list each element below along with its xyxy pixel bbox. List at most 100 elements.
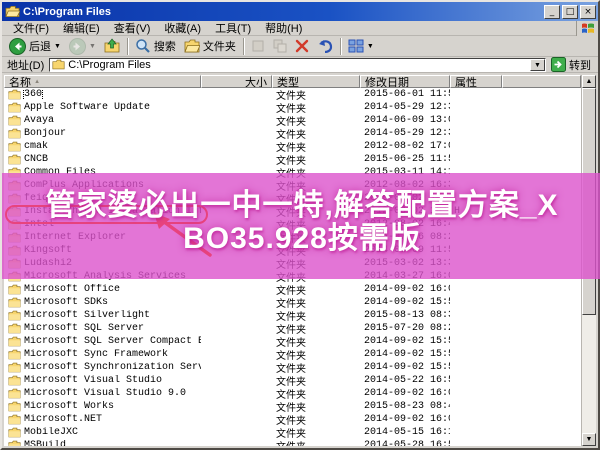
back-icon: [9, 37, 26, 55]
undo-button[interactable]: [313, 37, 337, 56]
up-button[interactable]: [100, 37, 124, 56]
menu-item-5[interactable]: 帮助(H): [258, 22, 309, 36]
column-header-name[interactable]: 名称 ▲: [4, 75, 201, 88]
file-name[interactable]: MSBuild: [24, 440, 66, 446]
menu-item-3[interactable]: 收藏(A): [157, 22, 208, 36]
folder-icon: [8, 141, 21, 152]
folder-icon: [8, 401, 21, 412]
file-name[interactable]: Microsoft Office: [24, 284, 120, 295]
file-date: 2014-05-15 16:17: [364, 427, 450, 438]
file-name[interactable]: Bonjour: [24, 128, 66, 139]
move-to-button[interactable]: [247, 37, 269, 56]
file-date: 2014-09-02 16:05: [364, 284, 450, 295]
column-header-type[interactable]: 类型: [272, 75, 360, 88]
watermark-line2: BO35.928按需版: [183, 222, 421, 255]
folder-icon: [8, 362, 21, 373]
file-name[interactable]: CNCB: [24, 154, 48, 165]
scroll-up-icon[interactable]: ▲: [582, 75, 596, 88]
folder-icon: [8, 375, 21, 386]
file-name[interactable]: Microsoft Visual Studio 9.0: [24, 388, 186, 399]
watermark-line1: 管家婆必出一中一特,解答配置方案_X: [45, 189, 559, 222]
undo-icon: [318, 40, 332, 53]
file-name[interactable]: Microsoft Sync Framework: [24, 349, 168, 360]
move-to-icon: [252, 40, 264, 52]
file-date: 2014-09-02 15:55: [364, 336, 450, 347]
search-button[interactable]: 搜索: [131, 37, 180, 56]
file-name[interactable]: Microsoft SQL Server Compact Edition: [24, 336, 201, 347]
file-date: 2012-08-02 17:01: [364, 141, 450, 152]
menu-item-0[interactable]: 文件(F): [6, 22, 56, 36]
folder-icon: [8, 154, 21, 165]
folder-icon: [52, 59, 65, 70]
menu-item-4[interactable]: 工具(T): [208, 22, 258, 36]
file-type: 文件夹: [272, 438, 360, 446]
scroll-down-icon[interactable]: ▼: [582, 433, 596, 446]
toolbar: 后退 ▼ ▼ 搜索 文件夹 ▼: [2, 36, 598, 57]
search-icon: [136, 39, 150, 53]
file-name[interactable]: cmak: [24, 141, 48, 152]
menu-item-1[interactable]: 编辑(E): [56, 22, 107, 36]
address-dropdown-button[interactable]: ▼: [530, 58, 545, 71]
file-name[interactable]: Microsoft Works: [24, 401, 114, 412]
watermark-text: 管家婆必出一中一特,解答配置方案_X BO35.928按需版: [2, 189, 600, 255]
file-date: 2015-06-25 11:58: [364, 154, 450, 165]
back-dropdown-icon[interactable]: ▼: [54, 43, 61, 50]
file-date: 2015-08-13 08:31: [364, 310, 450, 321]
delete-button[interactable]: [291, 37, 313, 56]
toolbar-separator: [126, 37, 128, 55]
address-label: 地址(D): [7, 59, 45, 72]
menu-item-2[interactable]: 查看(V): [107, 22, 158, 36]
column-headers: 名称 ▲ 大小 类型 修改日期 属性: [4, 75, 581, 88]
views-button[interactable]: ▼: [344, 37, 378, 56]
column-header-size[interactable]: 大小: [201, 75, 272, 88]
minimize-button[interactable]: _: [544, 4, 560, 19]
folders-icon: [184, 39, 200, 53]
table-row[interactable]: MSBuild 文件夹 2014-05-28 16:55: [4, 439, 581, 446]
file-date: 2015-07-20 08:24: [364, 323, 450, 334]
file-name[interactable]: Microsoft Synchronization Services: [24, 362, 201, 373]
file-name[interactable]: Microsoft Silverlight: [24, 310, 150, 321]
file-name[interactable]: 360: [22, 89, 44, 100]
copy-to-button[interactable]: [269, 37, 291, 56]
go-arrow-icon: [551, 57, 566, 72]
file-name[interactable]: Microsoft SDKs: [24, 297, 108, 308]
folders-button[interactable]: 文件夹: [180, 37, 240, 56]
file-name[interactable]: Avaya: [24, 115, 54, 126]
folder-icon: [8, 388, 21, 399]
file-date: 2014-05-29 12:34: [364, 102, 450, 113]
file-name[interactable]: Apple Software Update: [24, 102, 150, 113]
file-name[interactable]: Microsoft.NET: [24, 414, 102, 425]
windows-logo-icon: [576, 20, 598, 36]
go-button[interactable]: 转到: [546, 57, 596, 73]
sort-ascending-icon: ▲: [34, 78, 41, 85]
window-title: C:\Program Files: [23, 5, 112, 18]
folder-icon: [8, 297, 21, 308]
file-date: 2014-09-02 16:04: [364, 414, 450, 425]
back-button[interactable]: 后退 ▼: [5, 37, 65, 56]
close-button[interactable]: ×: [580, 4, 596, 19]
forward-dropdown-icon: ▼: [88, 42, 96, 50]
folder-open-icon: [5, 5, 20, 18]
address-input[interactable]: C:\Program Files ▼: [49, 57, 546, 72]
maximize-button[interactable]: □: [562, 4, 578, 19]
menu-bar: 文件(F) 编辑(E) 查看(V) 收藏(A) 工具(T) 帮助(H): [2, 20, 598, 36]
file-name[interactable]: Microsoft Visual Studio: [24, 375, 162, 386]
file-date: 2015-06-01 11:50: [364, 89, 450, 100]
address-value: C:\Program Files: [68, 58, 151, 71]
column-header-attr[interactable]: 属性: [450, 75, 502, 88]
folder-icon: [8, 128, 21, 139]
up-icon: [104, 38, 120, 53]
file-date: 2014-06-09 13:04: [364, 115, 450, 126]
file-name[interactable]: MobileJXC: [24, 427, 78, 438]
forward-button[interactable]: ▼: [65, 37, 100, 56]
delete-icon: [295, 39, 309, 53]
column-header-date[interactable]: 修改日期: [360, 75, 450, 88]
file-name[interactable]: Microsoft SQL Server: [24, 323, 144, 334]
address-bar: 地址(D) C:\Program Files ▼ 转到: [2, 57, 598, 73]
file-date: 2015-08-23 08:48: [364, 401, 450, 412]
folder-icon: [8, 440, 21, 446]
folder-icon: [8, 414, 21, 425]
watermark-overlay: 管家婆必出一中一特,解答配置方案_X BO35.928按需版: [2, 173, 600, 279]
folder-icon: [8, 349, 21, 360]
views-dropdown-icon[interactable]: ▼: [367, 43, 374, 50]
